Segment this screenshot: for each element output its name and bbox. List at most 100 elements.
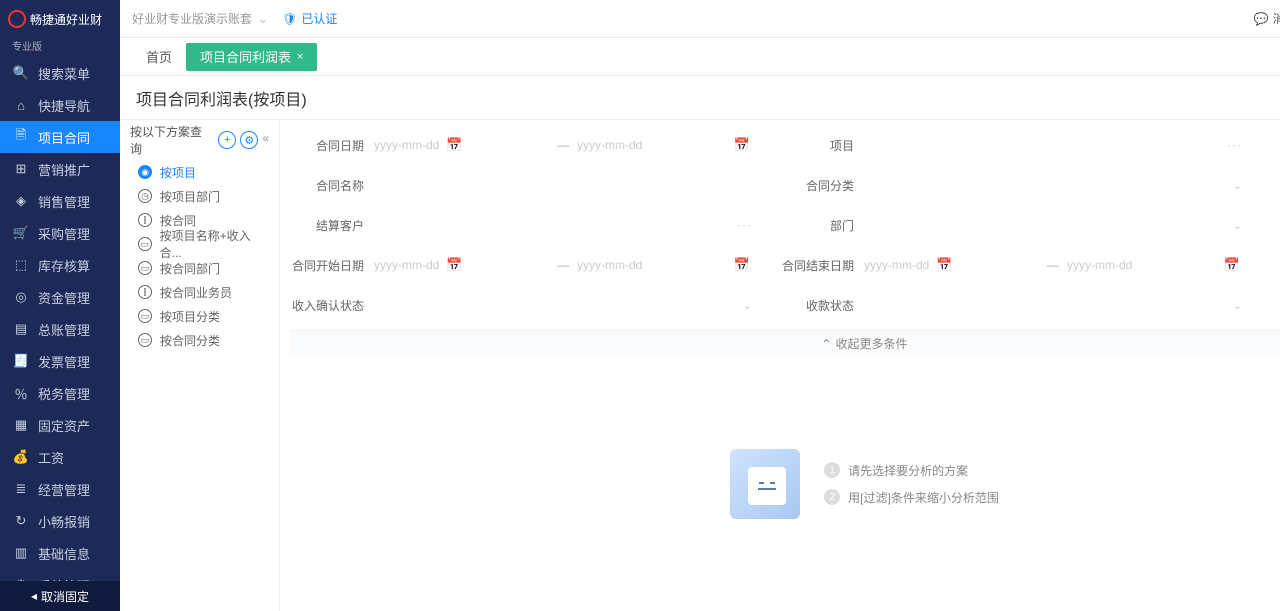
- scheme-header-label: 按以下方案查询: [130, 123, 212, 157]
- nav-label: 基础信息: [38, 544, 90, 563]
- unpin-button[interactable]: ◂取消固定: [0, 581, 120, 611]
- scheme-item-proj-cat[interactable]: ▭按项目分类: [120, 304, 279, 328]
- filter-area: 查询 设置 合同日期 📅 — 📅 项目··· 合同编码—: [280, 120, 1280, 611]
- field-settle-customer: 结算客户···: [288, 212, 778, 238]
- box-icon: ⬚: [14, 258, 28, 272]
- nav-label: 库存核算: [38, 256, 90, 275]
- nav-label: 项目合同: [38, 128, 90, 147]
- nav-ledger[interactable]: ▤总账管理: [0, 313, 120, 345]
- nav-purchase[interactable]: 🛒采购管理: [0, 217, 120, 249]
- nav-expense[interactable]: ↻小畅报销: [0, 505, 120, 537]
- field-label: 收入确认状态: [288, 297, 374, 314]
- nav-ops[interactable]: ≣经营管理: [0, 473, 120, 505]
- date-from-input[interactable]: [374, 132, 549, 158]
- nav-label: 快捷导航: [38, 96, 90, 115]
- start-to-input[interactable]: [577, 252, 752, 278]
- settle-picker[interactable]: ···: [374, 212, 752, 238]
- collapse-filters-button[interactable]: ⌃ 收起更多条件: [290, 330, 1280, 356]
- filter-grid: 查询 设置 合同日期 📅 — 📅 项目··· 合同编码—: [280, 120, 1280, 322]
- collapse-panel-button[interactable]: «: [262, 131, 269, 149]
- empty-step-1: 1请先选择要分析的方案: [824, 462, 999, 479]
- percent-icon: ％: [14, 386, 28, 400]
- nav-label: 搜索菜单: [38, 64, 90, 83]
- field-label: 收款状态: [778, 297, 864, 314]
- nav-label: 营销推广: [38, 160, 90, 179]
- scheme-label: 按合同业务员: [160, 284, 232, 301]
- coin-icon: ◎: [14, 290, 28, 304]
- badge-icon: ◈: [14, 194, 28, 208]
- nav-search[interactable]: 🔍 搜索菜单: [0, 57, 120, 89]
- field-label: 单据状态: [1268, 257, 1280, 274]
- nav-marketing[interactable]: ⊞营销推广: [0, 153, 120, 185]
- chevron-down-icon[interactable]: ⌄: [258, 12, 268, 26]
- field-label: 合同名称: [288, 177, 374, 194]
- scheme-label: 按项目部门: [160, 188, 220, 205]
- end-to-input[interactable]: [1067, 252, 1242, 278]
- nav-project-contract[interactable]: 🗎项目合同: [0, 121, 120, 153]
- wallet-icon: 💰: [14, 450, 28, 464]
- nav-sales[interactable]: ◈ 销售管理: [0, 185, 120, 217]
- bar-icon: ⫿: [138, 285, 152, 299]
- tab-report[interactable]: 项目合同利润表 ×: [186, 43, 317, 71]
- chevron-down-icon: ⌄: [1233, 219, 1242, 232]
- nav-basic[interactable]: ▥基础信息: [0, 537, 120, 569]
- project-picker[interactable]: ···: [864, 132, 1242, 158]
- edition-label: 专业版: [0, 38, 120, 57]
- messages-button[interactable]: 💬 消息 1: [1254, 10, 1280, 27]
- close-icon[interactable]: ×: [297, 51, 303, 63]
- chat-icon: 💬: [1254, 12, 1269, 26]
- add-scheme-button[interactable]: +: [218, 131, 236, 149]
- unpin-label: 取消固定: [41, 588, 89, 605]
- field-label: 结算客户: [288, 217, 374, 234]
- income-status-select[interactable]: ⌄: [374, 292, 752, 318]
- start-from-input[interactable]: [374, 252, 549, 278]
- page-title: 项目合同利润表(按项目): [136, 86, 307, 110]
- tenant-selector[interactable]: 好业财专业版演示账套: [132, 10, 252, 27]
- chevron-down-icon: ⌄: [1233, 299, 1242, 312]
- doc-icon: ▭: [138, 237, 152, 251]
- scheme-item-salesman[interactable]: ⫿ 按合同业务员: [120, 280, 279, 304]
- scheme-item-project[interactable]: ◉按项目: [120, 160, 279, 184]
- scheme-item-name-income[interactable]: ▭按项目名称+收入合...: [120, 232, 279, 256]
- nav-inventory[interactable]: ⬚ 库存核算: [0, 249, 120, 281]
- nav-funds[interactable]: ◎资金管理: [0, 281, 120, 313]
- nav-label: 经营管理: [38, 480, 90, 499]
- field-end-date: 合同结束日期 📅 — 📅: [778, 252, 1268, 278]
- tab-home[interactable]: 首页: [132, 43, 186, 71]
- receipt-icon: 🧾: [14, 354, 28, 368]
- nav-label: 采购管理: [38, 224, 90, 243]
- nav-invoice[interactable]: 🧾发票管理: [0, 345, 120, 377]
- end-from-input[interactable]: [864, 252, 1039, 278]
- field-label: 项目: [778, 137, 864, 154]
- more-icon: ···: [1227, 138, 1242, 152]
- collapse-label: 收起更多条件: [836, 335, 908, 352]
- topbar: 好业财专业版演示账套 ⌄ 🛡 已认证 💬 消息 1 📱 App下载 珠珠: [120, 0, 1280, 38]
- nav-label: 销售管理: [38, 192, 90, 211]
- scheme-settings-button[interactable]: ⚙: [240, 131, 258, 149]
- search-icon: 🔍: [14, 66, 28, 80]
- nav-quick[interactable]: ⌂ 快捷导航: [0, 89, 120, 121]
- home-icon: ⌂: [14, 98, 28, 112]
- scheme-item-contract-cat[interactable]: ▭按合同分类: [120, 328, 279, 352]
- category-select[interactable]: ⌄: [864, 172, 1242, 198]
- clock-icon: ◷: [138, 189, 152, 203]
- field-project: 项目 ···: [778, 132, 1268, 158]
- sidebar-nav: 🔍 搜索菜单 ⌂ 快捷导航 🗎项目合同 ⊞营销推广 ◈ 销售管理 🛒采购管理 ⬚ 库存核…: [0, 57, 120, 581]
- dept-select[interactable]: ⌄: [864, 212, 1242, 238]
- name-input[interactable]: [374, 172, 752, 198]
- sidebar: 畅捷通好业财 专业版 🔍 搜索菜单 ⌂ 快捷导航 🗎项目合同 ⊞营销推广 ◈ 销售管理…: [0, 0, 120, 611]
- field-label: 合同分类: [778, 177, 864, 194]
- pay-status-select[interactable]: ⌄: [864, 292, 1242, 318]
- tab-label: 首页: [146, 47, 172, 66]
- field-contract-name: 合同名称: [288, 172, 778, 198]
- nav-salary[interactable]: 💰工资: [0, 441, 120, 473]
- field-start-date: 合同开始日期 📅 — 📅: [288, 252, 778, 278]
- nav-tax[interactable]: ％税务管理: [0, 377, 120, 409]
- date-to-input[interactable]: [577, 132, 752, 158]
- shield-icon: 🛡: [282, 12, 297, 26]
- brand-name: 畅捷通好业财: [30, 11, 102, 28]
- scheme-label: 按合同分类: [160, 332, 220, 349]
- scheme-item-proj-dept[interactable]: ◷ 按项目部门: [120, 184, 279, 208]
- nav-system[interactable]: ⚙系统管理: [0, 569, 120, 581]
- nav-assets[interactable]: ▦固定资产: [0, 409, 120, 441]
